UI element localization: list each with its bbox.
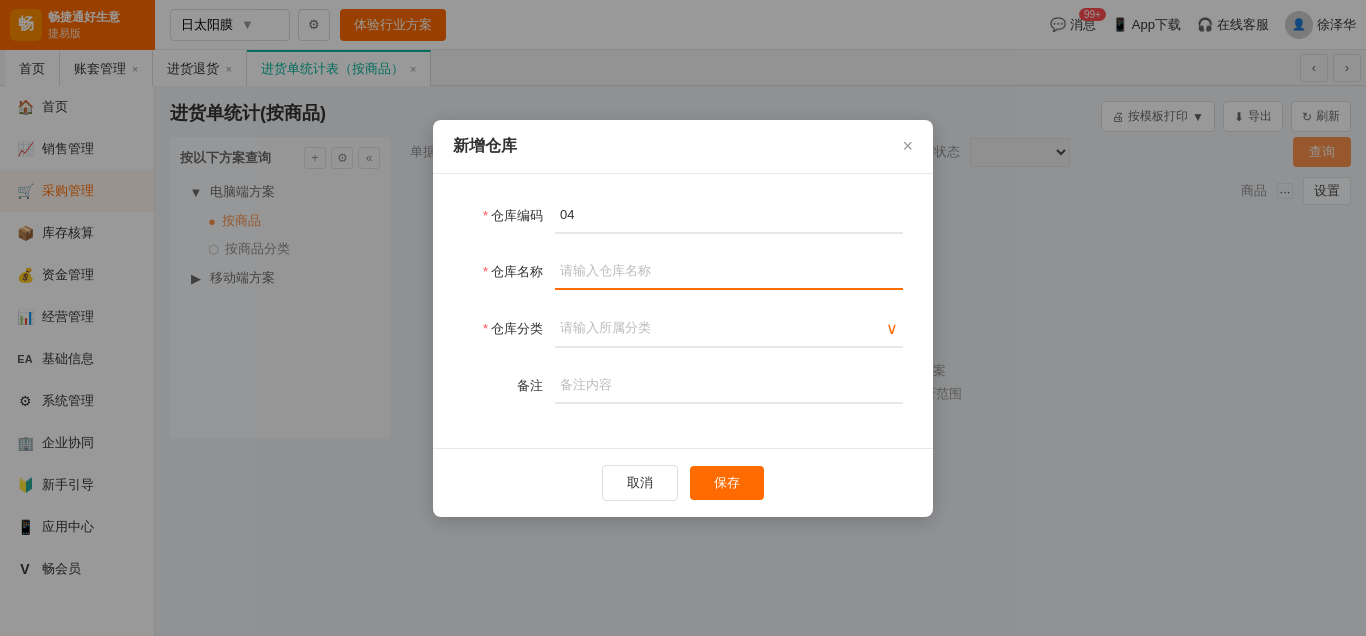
category-select-wrapper: 请输入所属分类 ∨ — [555, 310, 903, 348]
category-label: 仓库分类 — [463, 320, 543, 338]
note-label: 备注 — [463, 377, 543, 395]
modal-footer: 取消 保存 — [433, 448, 933, 517]
category-select[interactable]: 请输入所属分类 — [555, 310, 903, 346]
cancel-button[interactable]: 取消 — [602, 465, 678, 501]
name-label: 仓库名称 — [463, 263, 543, 281]
code-form-row: 仓库编码 — [463, 198, 903, 234]
note-form-row: 备注 — [463, 368, 903, 404]
name-input[interactable] — [555, 254, 903, 290]
name-form-row: 仓库名称 — [463, 254, 903, 290]
modal-close-btn[interactable]: × — [902, 137, 913, 155]
modal-body: 仓库编码 仓库名称 仓库分类 请输入所属分类 ∨ 备注 — [433, 174, 933, 448]
category-form-row: 仓库分类 请输入所属分类 ∨ — [463, 310, 903, 348]
add-warehouse-modal: 新增仓库 × 仓库编码 仓库名称 仓库分类 请输入所属分类 ∨ — [433, 120, 933, 517]
save-button[interactable]: 保存 — [690, 466, 764, 500]
modal-title: 新增仓库 — [453, 136, 517, 157]
modal-overlay[interactable]: 新增仓库 × 仓库编码 仓库名称 仓库分类 请输入所属分类 ∨ — [0, 0, 1366, 636]
code-label: 仓库编码 — [463, 207, 543, 225]
note-input[interactable] — [555, 368, 903, 404]
modal-header: 新增仓库 × — [433, 120, 933, 174]
code-input[interactable] — [555, 198, 903, 234]
